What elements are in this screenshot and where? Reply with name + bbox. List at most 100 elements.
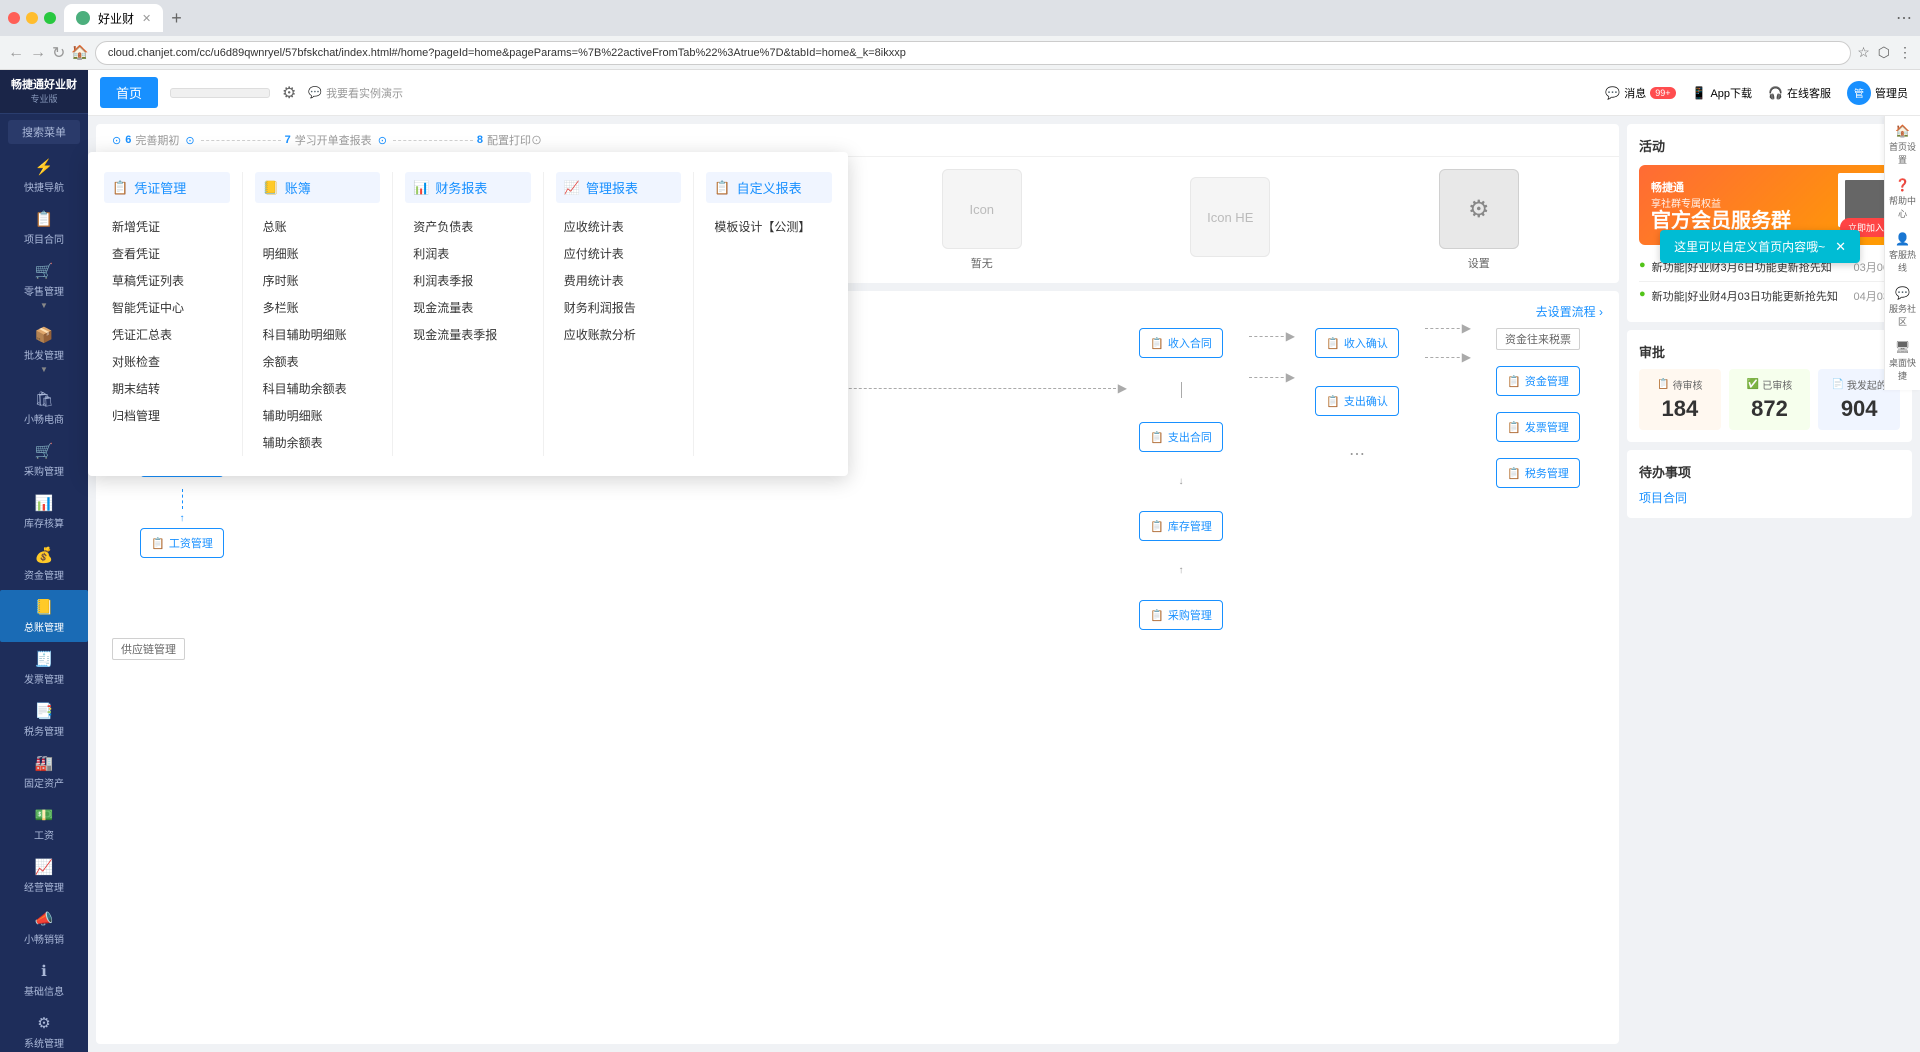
browser-close-btn[interactable] [8,12,20,24]
flow-fund-mgmt[interactable]: 📋 资金管理 [1496,366,1580,396]
sidebar-right-home-settings[interactable]: 🏠 首页设置 [1887,124,1918,166]
address-bar[interactable]: cloud.chanjet.com/cc/u6d89qwnryel/57bfsk… [95,41,1851,65]
message-btn[interactable]: 💬 消息 99+ [1605,85,1675,101]
icon-item-4[interactable]: Icon 暂无 [942,169,1022,271]
sidebar-item-retail[interactable]: 🛒 零售管理 ▼ [0,254,88,318]
sidebar-item-tax[interactable]: 📑 税务管理 [0,694,88,746]
set-flow-btn[interactable]: 去设置流程 › [1536,303,1603,320]
menu-item-financial-profit[interactable]: 财务利润报告 [556,294,682,321]
menu-item-subject-balance[interactable]: 科目辅助余额表 [255,375,381,402]
forward-button[interactable]: → [30,44,46,62]
tab-home[interactable]: 首页 [100,77,158,108]
user-avatar-area[interactable]: 管 管理员 [1847,81,1908,105]
sidebar-item-basic[interactable]: ℹ 基础信息 [0,954,88,1006]
category-header-ledger[interactable]: 📒 账簿 [255,172,381,203]
menu-item-add-voucher[interactable]: 新增凭证 [104,213,230,240]
menu-item-cashflow[interactable]: 现金流量表 [405,294,531,321]
menu-item-reconcile[interactable]: 对账检查 [104,348,230,375]
sidebar-item-accounting[interactable]: 📒 总账管理 [0,590,88,642]
stat-pending[interactable]: 📋 待审核 184 [1639,369,1721,430]
sidebar-item-purchase[interactable]: 🛒 采购管理 [0,434,88,486]
menu-item-receivable-stat[interactable]: 应收统计表 [556,213,682,240]
flow-salary-mgmt[interactable]: 📋 工资管理 [140,528,224,558]
stat-approved[interactable]: ✅ 已审核 872 [1729,369,1811,430]
icon-item-settings[interactable]: ⚙ 设置 [1439,169,1519,271]
extension-icon[interactable]: ⬡ [1878,44,1890,61]
flow-purchase-mgmt[interactable]: 📋 采购管理 [1139,600,1223,630]
icon-item-he[interactable]: Icon HE [1190,177,1270,263]
menu-item-receivable-analysis[interactable]: 应收账款分析 [556,321,682,348]
new-tab-button[interactable]: + [163,8,190,29]
sidebar-item-system[interactable]: ⚙ 系统管理 [0,1006,88,1052]
menu-item-balance[interactable]: 余额表 [255,348,381,375]
menu-item-aux-detail[interactable]: 辅助明细账 [255,402,381,429]
online-service-btn[interactable]: 🎧 在线客服 [1768,85,1831,101]
sidebar-item-marketing[interactable]: 📣 小畅销销 [0,902,88,954]
menu-item-detailed-ledger[interactable]: 明细账 [255,240,381,267]
sidebar-item-assets[interactable]: 🏭 固定资产 [0,746,88,798]
invoice-flow-icon: 📋 [1507,421,1521,434]
menu-item-draft-voucher[interactable]: 草稿凭证列表 [104,267,230,294]
sidebar-right-desktop[interactable]: 🖥 桌面快捷 [1887,340,1918,382]
flow-income-confirm[interactable]: 📋 收入确认 [1315,328,1399,358]
sidebar-right-help[interactable]: ❓ 帮助中心 [1887,178,1918,220]
todo-item-project[interactable]: 项目合同 [1639,489,1900,506]
category-header-voucher[interactable]: 📋 凭证管理 [104,172,230,203]
flow-expense-contract[interactable]: 📋 支出合同 [1139,422,1223,452]
sidebar-item-finance[interactable]: 💰 资金管理 [0,538,88,590]
tab-close-icon[interactable]: ✕ [142,12,151,25]
menu-item-profit-quarterly[interactable]: 利润表季报 [405,267,531,294]
menu-item-balance-sheet[interactable]: 资产负债表 [405,213,531,240]
menu-item-view-voucher[interactable]: 查看凭证 [104,240,230,267]
sidebar-item-ecommerce[interactable]: 🛍 小畅电商 [0,382,88,434]
app-download-btn[interactable]: 📱 App下载 [1692,85,1753,101]
menu-item-archive[interactable]: 归档管理 [104,402,230,429]
menu-item-general-ledger[interactable]: 总账 [255,213,381,240]
flow-inventory-mgmt[interactable]: 📋 库存管理 [1139,511,1223,541]
sidebar-item-wholesale[interactable]: 📦 批发管理 ▼ [0,318,88,382]
sidebar-item-shortcut[interactable]: ⚡ 快捷导航 [0,150,88,202]
category-header-management[interactable]: 📈 管理报表 [556,172,682,203]
browser-maximize-btn[interactable] [44,12,56,24]
browser-settings-icon[interactable]: ⋯ [1896,8,1912,28]
menu-item-period-close[interactable]: 期末结转 [104,375,230,402]
sidebar-search[interactable]: 搜索菜单 [8,120,80,144]
browser-minimize-btn[interactable] [26,12,38,24]
browser-tab[interactable]: 好业财 ✕ [64,4,163,32]
menu-item-payable-stat[interactable]: 应付统计表 [556,240,682,267]
menu-item-subject-detail[interactable]: 科目辅助明细账 [255,321,381,348]
menu-item-smart-voucher[interactable]: 智能凭证中心 [104,294,230,321]
sidebar-item-project[interactable]: 📋 项目合同 [0,202,88,254]
news-item-2[interactable]: ● 新功能|好业财4月03日功能更新抢先知 04月03日 [1639,282,1900,310]
menu-item-multi-col[interactable]: 多栏账 [255,294,381,321]
header-search-input[interactable] [170,88,270,98]
approval-title: 审批 [1639,342,1900,361]
home-browser-button[interactable]: 🏠 [71,44,88,61]
flow-income-contract[interactable]: 📋 收入合同 [1139,328,1223,358]
sidebar-right-customer-service[interactable]: 👤 客服热线 [1887,232,1918,274]
sidebar-item-salary[interactable]: 💵 工资 [0,798,88,850]
menu-icon[interactable]: ⋮ [1898,44,1912,61]
sidebar-item-invoice[interactable]: 🧾 发票管理 [0,642,88,694]
menu-item-sequence-ledger[interactable]: 序时账 [255,267,381,294]
back-button[interactable]: ← [8,44,24,62]
menu-item-voucher-summary[interactable]: 凭证汇总表 [104,321,230,348]
sidebar-right-community[interactable]: 💬 服务社区 [1887,286,1918,328]
header-settings-icon[interactable]: ⚙ [282,83,296,103]
flow-expense-confirm[interactable]: 📋 支出确认 [1315,386,1399,416]
bookmark-icon[interactable]: ☆ [1857,44,1870,61]
flow-invoice-mgmt[interactable]: 📋 发票管理 [1496,412,1580,442]
sidebar-item-inventory[interactable]: 📊 库存核算 [0,486,88,538]
menu-item-aux-balance[interactable]: 辅助余额表 [255,429,381,456]
menu-item-profit[interactable]: 利润表 [405,240,531,267]
menu-item-template-design[interactable]: 模板设计【公测】 [706,213,832,240]
flow-tax-mgmt[interactable]: 📋 税务管理 [1496,458,1580,488]
tooltip-close-btn[interactable]: ✕ [1835,239,1846,255]
category-header-custom[interactable]: 📋 自定义报表 [706,172,832,203]
sidebar-item-operations[interactable]: 📈 经营管理 [0,850,88,902]
menu-item-expense-stat[interactable]: 费用统计表 [556,267,682,294]
reload-button[interactable]: ↻ [52,43,65,63]
demo-link[interactable]: 💬 我要看实例演示 [308,85,403,101]
category-header-financial[interactable]: 📊 财务报表 [405,172,531,203]
menu-item-cashflow-quarterly[interactable]: 现金流量表季报 [405,321,531,348]
